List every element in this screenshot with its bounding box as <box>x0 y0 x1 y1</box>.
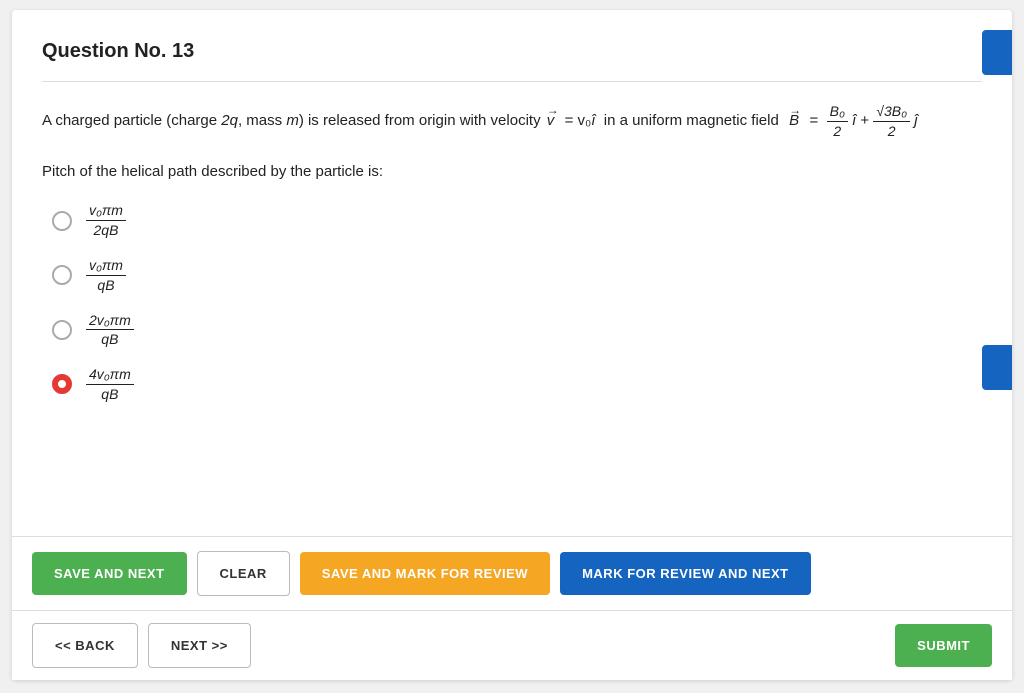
radio-a[interactable] <box>52 211 72 231</box>
save-and-next-button[interactable]: SAVE AND NEXT <box>32 552 187 595</box>
options-list: v₀πm 2qB v₀πm qB <box>52 202 982 402</box>
option-b-label: v₀πm qB <box>86 257 126 294</box>
option-c-label: 2v₀πm qB <box>86 312 134 349</box>
blue-tab-bottom[interactable] <box>982 345 1012 390</box>
option-d-label: 4v₀πm qB <box>86 366 134 403</box>
mark-for-review-button[interactable]: MARK FOR REVIEW AND NEXT <box>560 552 811 595</box>
submit-button[interactable]: SUBMIT <box>895 624 992 667</box>
main-container: Question No. 13 A charged particle (char… <box>12 10 1012 680</box>
option-a-label: v₀πm 2qB <box>86 202 126 239</box>
question-area: Question No. 13 A charged particle (char… <box>12 10 1012 536</box>
radio-c[interactable] <box>52 320 72 340</box>
frac-sqrt3b0-2: √3B₀ 2 <box>873 103 910 140</box>
radio-d[interactable] <box>52 374 72 394</box>
back-button[interactable]: << BACK <box>32 623 138 668</box>
action-buttons-row: SAVE AND NEXT CLEAR SAVE AND MARK FOR RE… <box>12 536 1012 610</box>
blue-tab-top[interactable] <box>982 30 1012 75</box>
question-text: A charged particle (charge 2q, mass m) i… <box>42 100 982 139</box>
option-b[interactable]: v₀πm qB <box>52 257 982 294</box>
option-a[interactable]: v₀πm 2qB <box>52 202 982 239</box>
velocity-vector: → v <box>547 100 555 134</box>
option-c[interactable]: 2v₀πm qB <box>52 312 982 349</box>
next-button[interactable]: NEXT >> <box>148 623 251 668</box>
question-number: Question No. 13 <box>42 40 982 63</box>
save-and-mark-review-button[interactable]: SAVE AND MARK FOR REVIEW <box>300 552 550 595</box>
frac-b0-2: B₀ 2 <box>827 103 848 140</box>
field-vector: → B <box>789 100 799 134</box>
pitch-text: Pitch of the helical path described by t… <box>42 163 982 180</box>
divider <box>42 81 982 82</box>
option-d[interactable]: 4v₀πm qB <box>52 366 982 403</box>
nav-bar: << BACK NEXT >> SUBMIT <box>12 610 1012 680</box>
clear-button[interactable]: CLEAR <box>197 551 290 596</box>
radio-b[interactable] <box>52 265 72 285</box>
